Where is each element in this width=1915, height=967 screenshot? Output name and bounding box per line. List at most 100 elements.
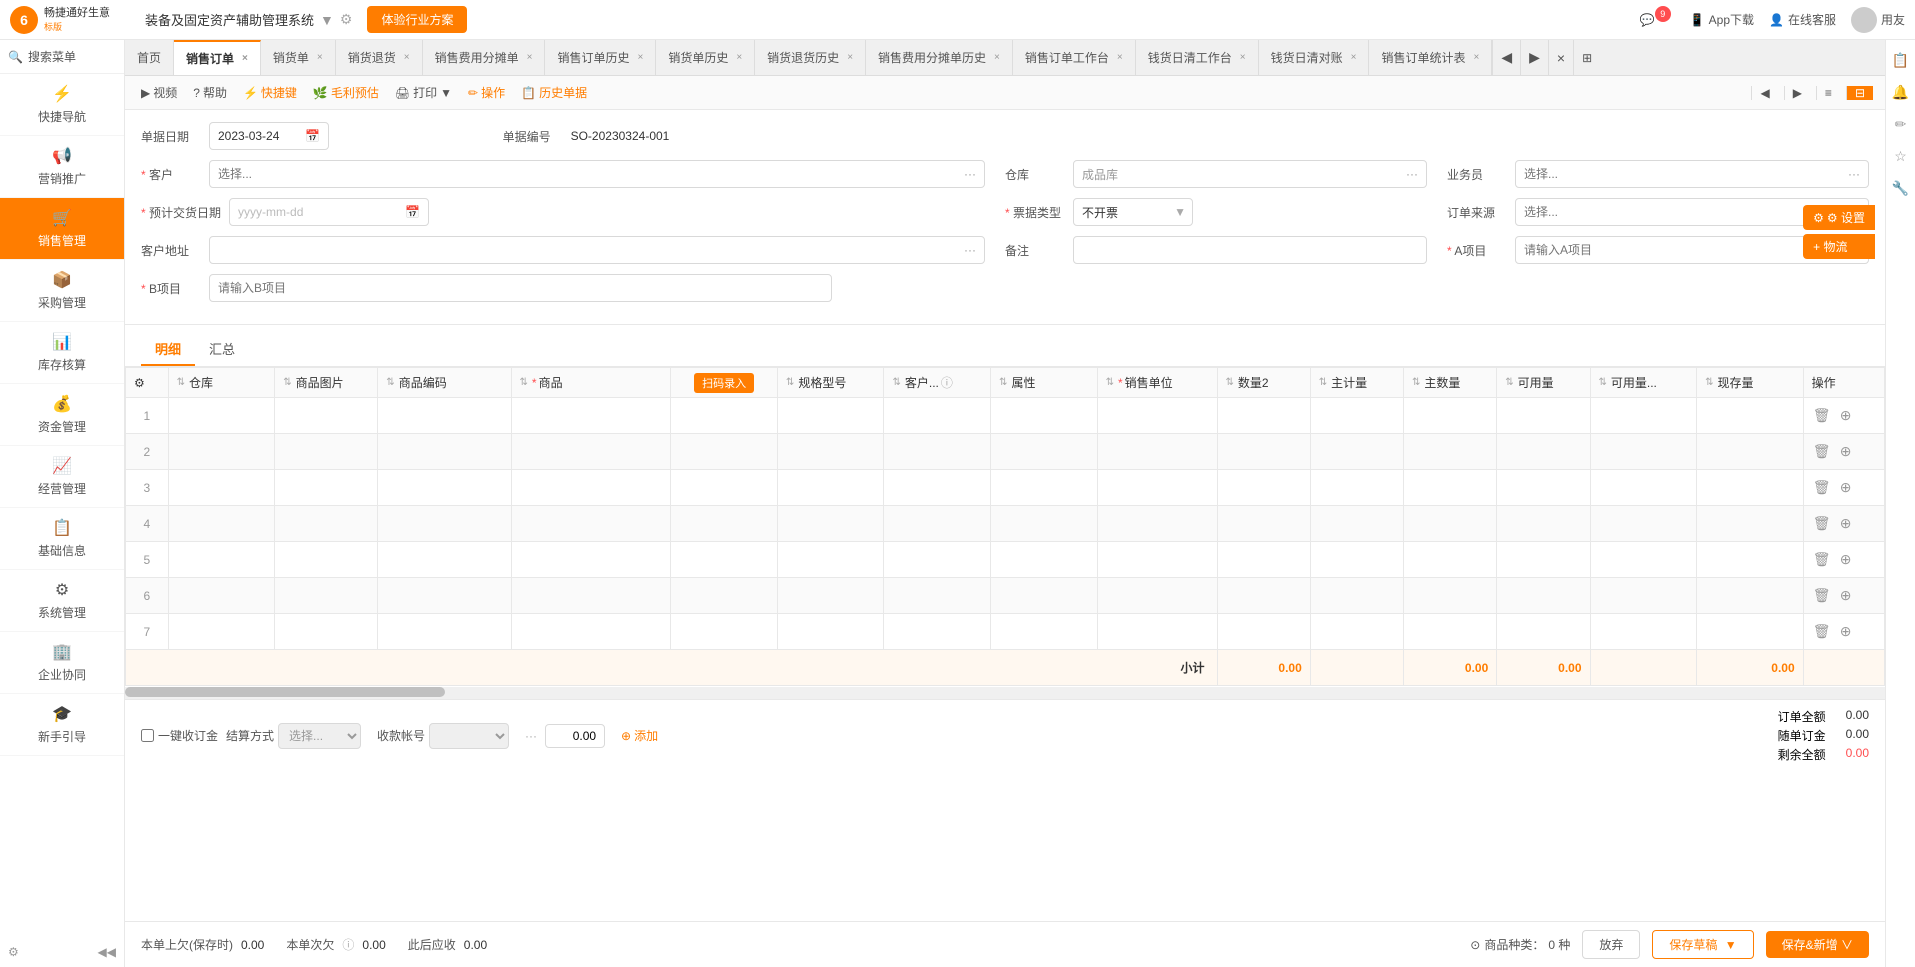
- copy-btn[interactable]: ⊕: [1836, 479, 1856, 496]
- sidebar-item-operation[interactable]: 📈 经营管理: [0, 446, 124, 508]
- cell-available2[interactable]: [1590, 398, 1697, 434]
- date-input[interactable]: 2023-03-24 📅: [209, 122, 329, 150]
- sidebar-item-search[interactable]: 🔍 搜索菜单: [0, 40, 124, 74]
- next-record-btn[interactable]: ▶: [1784, 86, 1810, 100]
- settings-float-btn[interactable]: ⚙ ⚙ 设置: [1803, 205, 1875, 230]
- form-view-btn[interactable]: ⊟: [1846, 86, 1873, 100]
- tab-sales-return[interactable]: 销货退货 ×: [336, 40, 423, 75]
- shortcut-btn[interactable]: ⚡ 快捷键: [239, 82, 301, 103]
- cell-unit[interactable]: [1097, 398, 1217, 434]
- close-icon[interactable]: ×: [1351, 52, 1357, 63]
- delete-btn[interactable]: 🗑: [1812, 479, 1832, 496]
- sidebar-item-finance[interactable]: 💰 资金管理: [0, 384, 124, 446]
- right-panel-edit-icon[interactable]: ✏: [1889, 112, 1913, 136]
- right-panel-star-icon[interactable]: ☆: [1889, 144, 1913, 168]
- sidebar-item-quick-nav[interactable]: ⚡ 快捷导航: [0, 74, 124, 136]
- tab-sales-expense[interactable]: 销售费用分摊单 ×: [423, 40, 546, 75]
- copy-btn[interactable]: ⊕: [1836, 551, 1856, 568]
- cell-warehouse[interactable]: [168, 398, 275, 434]
- close-icon[interactable]: ×: [994, 52, 1000, 63]
- cell-available[interactable]: [1497, 398, 1590, 434]
- delete-btn[interactable]: 🗑: [1812, 515, 1832, 532]
- sidebar-item-purchase[interactable]: 📦 采购管理: [0, 260, 124, 322]
- close-icon[interactable]: ×: [404, 52, 410, 63]
- close-icon[interactable]: ×: [637, 52, 643, 63]
- address-text-input[interactable]: [218, 243, 960, 257]
- sidebar-collapse-icon[interactable]: ◀◀: [98, 945, 116, 959]
- delete-btn[interactable]: 🗑: [1812, 407, 1832, 424]
- horizontal-scrollbar[interactable]: [125, 687, 1885, 699]
- discard-btn[interactable]: 放弃: [1582, 930, 1640, 959]
- delete-btn[interactable]: 🗑: [1812, 443, 1832, 460]
- goods-count-icon[interactable]: ⊙: [1470, 938, 1480, 952]
- settings-icon[interactable]: ⚙: [340, 11, 353, 28]
- delivery-date-input[interactable]: yyyy-mm-dd 📅: [229, 198, 429, 226]
- customer-ellipsis[interactable]: ···: [964, 167, 976, 181]
- message-item[interactable]: 💬 9: [1640, 12, 1675, 28]
- account-ellipsis[interactable]: ···: [525, 729, 537, 743]
- tab-close-all-btn[interactable]: ×: [1548, 40, 1573, 75]
- help-btn[interactable]: ? 帮助: [189, 82, 231, 103]
- sidebar-item-base-info[interactable]: 📋 基础信息: [0, 508, 124, 570]
- prev-record-btn[interactable]: ◀: [1751, 86, 1777, 100]
- close-icon[interactable]: ×: [1473, 52, 1479, 63]
- warehouse-input[interactable]: ···: [1073, 160, 1427, 188]
- close-icon[interactable]: ×: [736, 52, 742, 63]
- tab-order-workbench[interactable]: 销售订单工作台 ×: [1013, 40, 1136, 75]
- remark-input[interactable]: [1073, 236, 1427, 264]
- cell-code[interactable]: [378, 398, 511, 434]
- close-icon[interactable]: ×: [1240, 52, 1246, 63]
- sidebar-item-guide[interactable]: 🎓 新手引导: [0, 694, 124, 756]
- cell-customer-code[interactable]: [884, 398, 991, 434]
- warehouse-ellipsis[interactable]: ···: [1406, 167, 1418, 181]
- close-icon[interactable]: ×: [847, 52, 853, 63]
- remark-text-input[interactable]: [1082, 243, 1418, 257]
- delete-btn[interactable]: 🗑: [1812, 551, 1832, 568]
- tab-return-history[interactable]: 销货退货历史 ×: [755, 40, 866, 75]
- tab-sales-delivery[interactable]: 销货单 ×: [261, 40, 336, 75]
- b-project-text-input[interactable]: [218, 281, 823, 295]
- user-area[interactable]: 用友: [1851, 7, 1905, 33]
- copy-btn[interactable]: ⊕: [1836, 407, 1856, 424]
- add-product-btn[interactable]: + 物流: [1803, 234, 1875, 259]
- warehouse-text-input[interactable]: [1082, 167, 1402, 181]
- copy-btn[interactable]: ⊕: [1836, 515, 1856, 532]
- payment-method-select[interactable]: 选择...: [278, 723, 361, 749]
- copy-btn[interactable]: ⊕: [1836, 443, 1856, 460]
- current-due-icon[interactable]: ⓘ: [342, 936, 354, 953]
- tab-cash-reconcile[interactable]: 钱货日清对账 ×: [1259, 40, 1370, 75]
- sidebar-item-marketing[interactable]: 📢 营销推广: [0, 136, 124, 198]
- sidebar-item-sales[interactable]: 🛒 销售管理: [0, 198, 124, 260]
- operation-btn[interactable]: ✏ 操作: [464, 82, 509, 103]
- copy-btn[interactable]: ⊕: [1836, 587, 1856, 604]
- sidebar-item-inventory[interactable]: 📊 库存核算: [0, 322, 124, 384]
- online-service[interactable]: 👤 在线客服: [1769, 11, 1836, 28]
- save-draft-dropdown-icon[interactable]: ▼: [1725, 938, 1737, 952]
- close-icon[interactable]: ×: [1117, 52, 1123, 63]
- tab-summary[interactable]: 汇总: [195, 333, 249, 366]
- b-project-input[interactable]: [209, 274, 832, 302]
- right-panel-tools-icon[interactable]: 🔧: [1889, 176, 1913, 200]
- right-panel-clipboard-icon[interactable]: 📋: [1889, 48, 1913, 72]
- cell-main-unit[interactable]: [1310, 398, 1403, 434]
- scan-btn[interactable]: 扫码录入: [694, 373, 754, 393]
- tab-home[interactable]: 首页: [125, 40, 174, 75]
- cell-attr[interactable]: [991, 398, 1098, 434]
- tab-grid-btn[interactable]: ⊞: [1573, 40, 1600, 75]
- tab-order-stats[interactable]: 销售订单统计表 ×: [1369, 40, 1492, 75]
- save-draft-btn[interactable]: 保存草稿 ▼: [1652, 930, 1753, 959]
- invoice-type-select[interactable]: 不开票 ▼: [1073, 198, 1193, 226]
- cell-product[interactable]: [511, 398, 671, 434]
- tab-cash-workbench[interactable]: 钱货日清工作台 ×: [1136, 40, 1259, 75]
- staff-input[interactable]: ···: [1515, 160, 1869, 188]
- tab-sales-order[interactable]: 销售订单 ×: [174, 40, 261, 75]
- sidebar-item-system[interactable]: ⚙ 系统管理: [0, 570, 124, 632]
- address-input[interactable]: ···: [209, 236, 985, 264]
- close-icon[interactable]: ×: [527, 52, 533, 63]
- close-icon[interactable]: ×: [242, 53, 248, 64]
- copy-btn[interactable]: ⊕: [1836, 623, 1856, 640]
- delete-btn[interactable]: 🗑: [1812, 587, 1832, 604]
- app-download[interactable]: 📱 App下载: [1690, 11, 1754, 28]
- tab-expense-history[interactable]: 销售费用分摊单历史 ×: [866, 40, 1013, 75]
- system-dropdown-icon[interactable]: ▼: [320, 12, 334, 28]
